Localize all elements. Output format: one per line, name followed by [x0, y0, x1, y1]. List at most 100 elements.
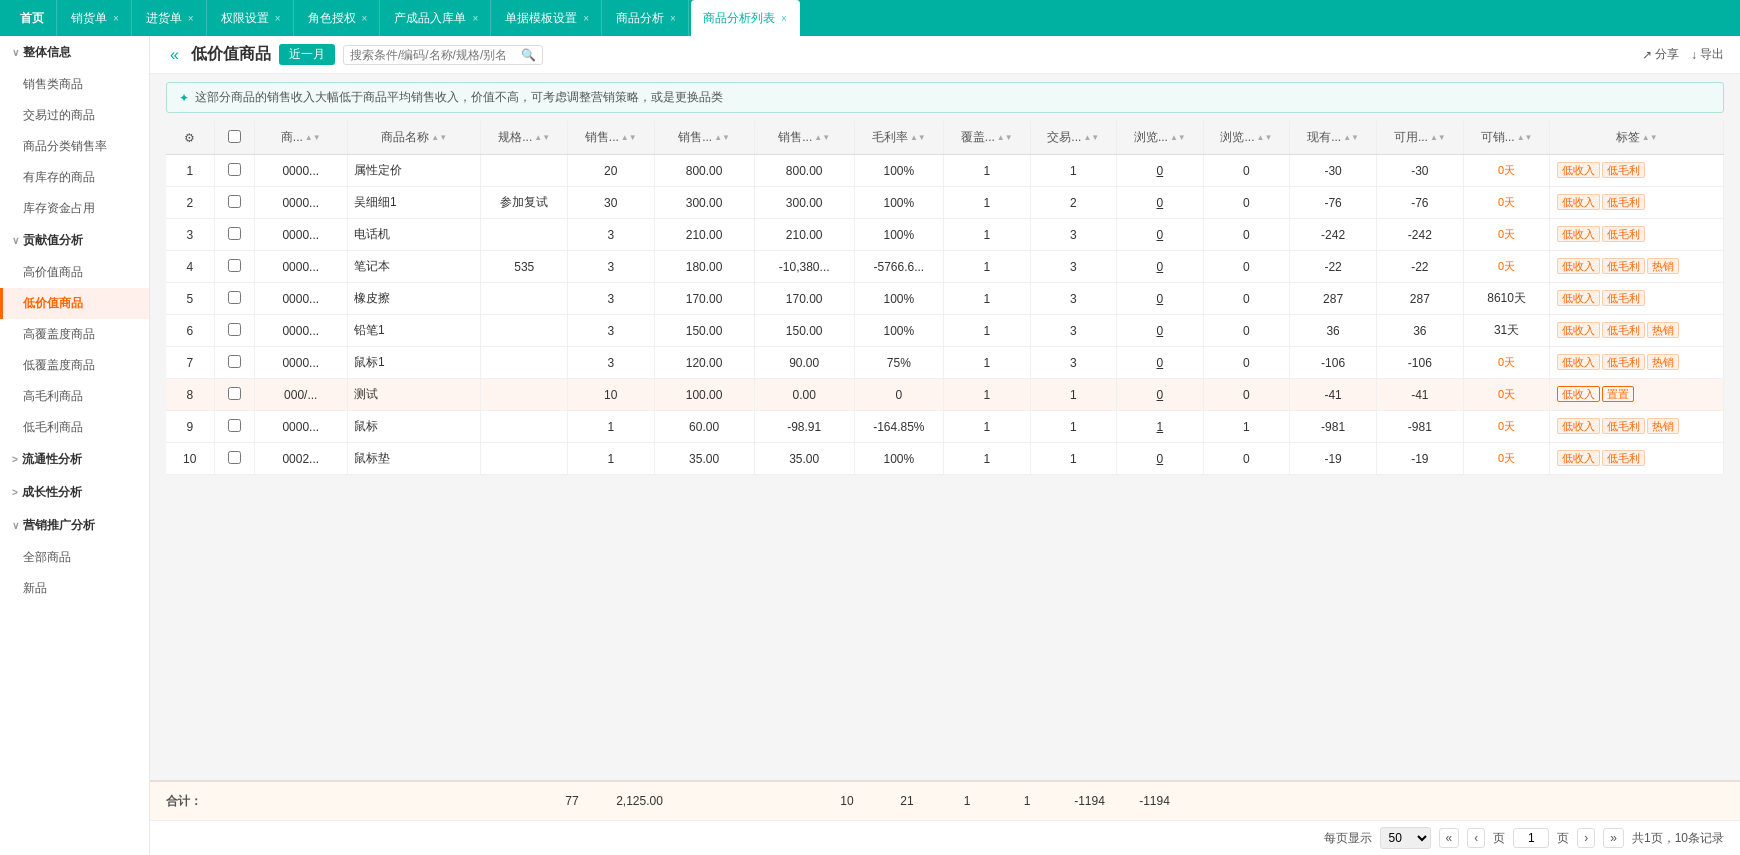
- cell-checkbox[interactable]: [214, 315, 254, 347]
- nav-purchase-order[interactable]: 进货单 ×: [134, 0, 207, 36]
- nav-template-settings[interactable]: 单据模板设置 ×: [493, 0, 602, 36]
- cell-checkbox[interactable]: [214, 251, 254, 283]
- page-input[interactable]: [1513, 828, 1549, 848]
- sort-icon[interactable]: ▲▼: [305, 134, 321, 142]
- sidebar-section-overall[interactable]: ∨ 整体信息: [0, 36, 149, 69]
- row-checkbox[interactable]: [228, 419, 241, 432]
- product-tag: 热销: [1647, 322, 1679, 338]
- sidebar-item-new-products[interactable]: 新品: [0, 573, 149, 604]
- per-page-select[interactable]: 50 20 100: [1380, 827, 1431, 849]
- table-wrapper[interactable]: ⚙ 商...▲▼ 商品名称▲▼ 规格...▲▼ 销售...▲▼ 销售...▲▼ …: [150, 121, 1740, 776]
- cell-browse1: 0: [1117, 379, 1204, 411]
- sort-icon[interactable]: ▲▼: [621, 134, 637, 142]
- close-icon[interactable]: ×: [113, 13, 119, 24]
- first-page-button[interactable]: «: [1439, 828, 1460, 848]
- cell-checkbox[interactable]: [214, 155, 254, 187]
- sidebar-item-all-products[interactable]: 全部商品: [0, 542, 149, 573]
- sidebar-item-high-coverage[interactable]: 高覆盖度商品: [0, 319, 149, 350]
- nav-product-analysis-list[interactable]: 商品分析列表 ×: [691, 0, 800, 36]
- sidebar-item-high-value[interactable]: 高价值商品: [0, 257, 149, 288]
- close-icon[interactable]: ×: [472, 13, 478, 24]
- search-input[interactable]: [350, 48, 517, 62]
- sort-icon[interactable]: ▲▼: [1083, 134, 1099, 142]
- browse1-link[interactable]: 0: [1157, 292, 1164, 306]
- next-page-button[interactable]: ›: [1577, 828, 1595, 848]
- close-icon[interactable]: ×: [275, 13, 281, 24]
- th-checkbox[interactable]: [214, 121, 254, 155]
- prev-page-button[interactable]: ‹: [1467, 828, 1485, 848]
- nav-product-analysis[interactable]: 商品分析 ×: [604, 0, 689, 36]
- sidebar-item-inventory-capital[interactable]: 库存资金占用: [0, 193, 149, 224]
- cell-checkbox[interactable]: [214, 347, 254, 379]
- row-checkbox[interactable]: [228, 387, 241, 400]
- browse1-link[interactable]: 1: [1157, 420, 1164, 434]
- cell-num: 3: [166, 219, 214, 251]
- cell-checkbox[interactable]: [214, 187, 254, 219]
- last-page-button[interactable]: »: [1603, 828, 1624, 848]
- row-checkbox[interactable]: [228, 195, 241, 208]
- row-checkbox[interactable]: [228, 323, 241, 336]
- row-checkbox[interactable]: [228, 451, 241, 464]
- share-button[interactable]: ↗ 分享: [1642, 46, 1679, 63]
- time-filter-tag[interactable]: 近一月: [279, 44, 335, 65]
- row-checkbox[interactable]: [228, 291, 241, 304]
- sort-icon[interactable]: ▲▼: [1642, 134, 1658, 142]
- export-button[interactable]: ↓ 导出: [1691, 46, 1724, 63]
- row-checkbox[interactable]: [228, 259, 241, 272]
- cell-checkbox[interactable]: [214, 443, 254, 475]
- cell-checkbox[interactable]: [214, 219, 254, 251]
- sort-icon[interactable]: ▲▼: [1170, 134, 1186, 142]
- sidebar-item-traded-products[interactable]: 交易过的商品: [0, 100, 149, 131]
- sidebar-item-low-coverage[interactable]: 低覆盖度商品: [0, 350, 149, 381]
- sidebar-item-high-margin[interactable]: 高毛利商品: [0, 381, 149, 412]
- cell-checkbox[interactable]: [214, 411, 254, 443]
- search-icon[interactable]: 🔍: [521, 48, 536, 62]
- browse1-link[interactable]: 0: [1157, 260, 1164, 274]
- browse1-link[interactable]: 0: [1157, 324, 1164, 338]
- nav-product-inbound[interactable]: 产成品入库单 ×: [382, 0, 491, 36]
- close-icon[interactable]: ×: [362, 13, 368, 24]
- row-checkbox[interactable]: [228, 227, 241, 240]
- sidebar-section-liquidity[interactable]: > 流通性分析: [0, 443, 149, 476]
- cell-checkbox[interactable]: [214, 379, 254, 411]
- sidebar-section-contribution[interactable]: ∨ 贡献值分析: [0, 224, 149, 257]
- cell-checkbox[interactable]: [214, 283, 254, 315]
- sidebar-item-sales-products[interactable]: 销售类商品: [0, 69, 149, 100]
- sidebar-section-marketing[interactable]: ∨ 营销推广分析: [0, 509, 149, 542]
- browse1-link[interactable]: 0: [1157, 164, 1164, 178]
- select-all-checkbox[interactable]: [228, 130, 241, 143]
- browse1-link[interactable]: 0: [1157, 388, 1164, 402]
- nav-permissions[interactable]: 权限设置 ×: [209, 0, 294, 36]
- collapse-sidebar-button[interactable]: «: [166, 46, 183, 64]
- sort-icon[interactable]: ▲▼: [997, 134, 1013, 142]
- row-checkbox[interactable]: [228, 163, 241, 176]
- th-settings[interactable]: ⚙: [166, 121, 214, 155]
- sort-icon[interactable]: ▲▼: [1257, 134, 1273, 142]
- nav-role-auth[interactable]: 角色授权 ×: [296, 0, 381, 36]
- sort-icon[interactable]: ▲▼: [431, 134, 447, 142]
- sidebar-item-low-margin[interactable]: 低毛利商品: [0, 412, 149, 443]
- sort-icon[interactable]: ▲▼: [1343, 134, 1359, 142]
- sort-icon[interactable]: ▲▼: [910, 134, 926, 142]
- sort-icon[interactable]: ▲▼: [534, 134, 550, 142]
- browse1-link[interactable]: 0: [1157, 196, 1164, 210]
- sort-icon[interactable]: ▲▼: [714, 134, 730, 142]
- browse1-link[interactable]: 0: [1157, 452, 1164, 466]
- nav-sales-order[interactable]: 销货单 ×: [59, 0, 132, 36]
- browse1-link[interactable]: 0: [1157, 356, 1164, 370]
- sort-icon[interactable]: ▲▼: [1430, 134, 1446, 142]
- nav-home[interactable]: 首页: [8, 0, 57, 36]
- sort-icon[interactable]: ▲▼: [814, 134, 830, 142]
- close-icon[interactable]: ×: [670, 13, 676, 24]
- sidebar-item-low-value[interactable]: 低价值商品: [0, 288, 149, 319]
- sort-icon[interactable]: ▲▼: [1517, 134, 1533, 142]
- sidebar-item-stocked-products[interactable]: 有库存的商品: [0, 162, 149, 193]
- th-code: 商...▲▼: [254, 121, 347, 155]
- close-icon[interactable]: ×: [781, 13, 787, 24]
- close-icon[interactable]: ×: [188, 13, 194, 24]
- sidebar-section-growth[interactable]: > 成长性分析: [0, 476, 149, 509]
- row-checkbox[interactable]: [228, 355, 241, 368]
- browse1-link[interactable]: 0: [1157, 228, 1164, 242]
- sidebar-item-category-rate[interactable]: 商品分类销售率: [0, 131, 149, 162]
- close-icon[interactable]: ×: [583, 13, 589, 24]
